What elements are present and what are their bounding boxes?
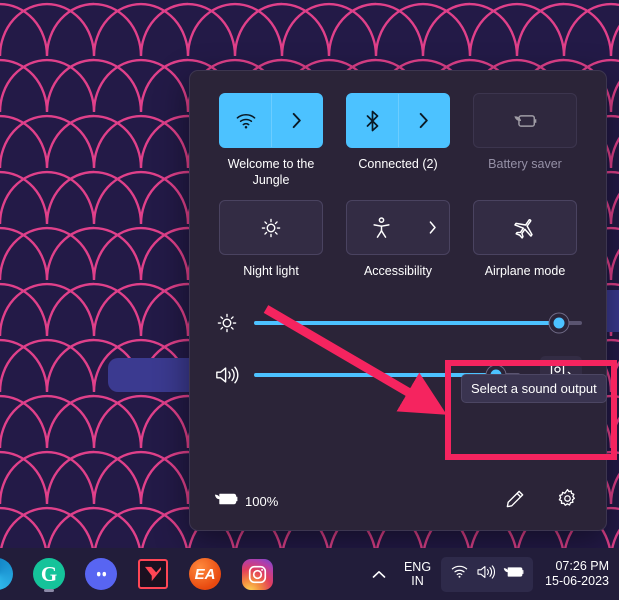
tray-wifi-icon <box>450 564 469 584</box>
taskbar-item-edge[interactable] <box>0 555 16 593</box>
ea-app-icon: EA <box>189 558 221 590</box>
tile-cell-accessibility: Accessibility <box>341 200 455 279</box>
brightness-slider-row <box>214 297 582 349</box>
airplane-icon[interactable] <box>474 201 576 254</box>
tile-cell-battery-saver: Battery saver <box>468 93 582 198</box>
quick-settings-panel: Welcome to the Jungle Connected (2) Batt… <box>189 70 607 531</box>
quick-tile-accessibility[interactable] <box>346 200 450 255</box>
running-indicator <box>44 589 54 592</box>
quick-tile-night-light[interactable] <box>219 200 323 255</box>
clock-date: 15-06-2023 <box>545 574 609 588</box>
discord-icon <box>85 558 117 590</box>
footer-actions <box>500 486 582 516</box>
pencil-icon <box>505 489 525 514</box>
taskbar: G EA ENG IN 07:26 PM 15-06-2023 <box>0 548 619 600</box>
tile-cell-airplane-mode: Airplane mode <box>468 200 582 279</box>
night-light-icon[interactable] <box>220 201 322 254</box>
instagram-icon <box>241 558 273 590</box>
bluetooth-chevron-icon[interactable] <box>398 94 449 147</box>
quick-tile-label-wifi: Welcome to the Jungle <box>227 157 315 187</box>
system-tray-button[interactable] <box>441 556 534 592</box>
tile-cell-night-light: Night light <box>214 200 328 279</box>
valorant-icon <box>138 559 168 589</box>
show-hidden-icons-button[interactable] <box>364 555 394 593</box>
tray-battery-charging-icon <box>503 565 524 584</box>
quick-tile-label-accessibility: Accessibility <box>363 264 433 278</box>
desktop: Welcome to the Jungle Connected (2) Batt… <box>0 0 619 600</box>
quick-settings-footer: 100% <box>190 472 606 530</box>
language-line1: ENG <box>403 560 432 574</box>
quick-tile-label-battery-saver: Battery saver <box>488 157 562 171</box>
volume-track-fill <box>254 373 497 377</box>
taskbar-item-ea-app[interactable]: EA <box>186 555 224 593</box>
quick-tile-label-airplane-mode: Airplane mode <box>484 264 566 278</box>
quick-tile-bluetooth[interactable] <box>346 93 450 148</box>
quick-tile-label-night-light: Night light <box>243 264 299 278</box>
accessibility-chevron-icon[interactable] <box>415 201 449 254</box>
taskbar-clock[interactable]: 07:26 PM 15-06-2023 <box>533 559 609 589</box>
language-line2: IN <box>411 574 424 588</box>
battery-charging-icon <box>214 491 238 512</box>
brightness-track-fill <box>254 321 560 325</box>
accessibility-icon[interactable] <box>347 201 415 254</box>
clock-time: 07:26 PM <box>555 559 609 573</box>
wifi-chevron-icon[interactable] <box>271 94 322 147</box>
tile-divider <box>271 94 272 147</box>
grammarly-icon: G <box>33 558 65 590</box>
tile-divider <box>398 94 399 147</box>
taskbar-app-list: G EA <box>0 555 364 593</box>
quick-tile-battery-saver[interactable] <box>473 93 577 148</box>
settings-button[interactable] <box>552 486 582 516</box>
taskbar-item-grammarly[interactable]: G <box>30 555 68 593</box>
taskbar-item-discord[interactable] <box>82 555 120 593</box>
brightness-icon <box>214 310 240 336</box>
bluetooth-icon[interactable] <box>347 94 398 147</box>
tile-cell-wifi: Welcome to the Jungle <box>214 93 328 198</box>
gear-icon <box>557 488 578 514</box>
quick-settings-tile-grid: Welcome to the Jungle Connected (2) Batt… <box>190 71 606 279</box>
taskbar-system-area: ENG IN 07:26 PM 15-06-2023 <box>364 555 619 593</box>
taskbar-item-instagram[interactable] <box>238 555 276 593</box>
tile-cell-bluetooth: Connected (2) <box>341 93 455 198</box>
quick-tile-wifi[interactable] <box>219 93 323 148</box>
quick-tile-airplane-mode[interactable] <box>473 200 577 255</box>
volume-icon <box>214 362 240 388</box>
quick-tile-label-bluetooth: Connected (2) <box>358 157 438 171</box>
language-indicator[interactable]: ENG IN <box>394 560 441 588</box>
battery-saver-icon[interactable] <box>474 94 576 147</box>
sound-output-tooltip: Select a sound output <box>461 374 607 403</box>
edge-icon <box>0 558 13 590</box>
edit-quick-settings-button[interactable] <box>500 486 530 516</box>
tray-volume-icon <box>476 564 496 585</box>
brightness-slider[interactable] <box>254 310 582 336</box>
brightness-thumb[interactable] <box>549 313 569 333</box>
wifi-icon[interactable] <box>220 94 271 147</box>
battery-status: 100% <box>214 491 278 512</box>
taskbar-item-valorant[interactable] <box>134 555 172 593</box>
battery-percent-label: 100% <box>245 493 279 509</box>
